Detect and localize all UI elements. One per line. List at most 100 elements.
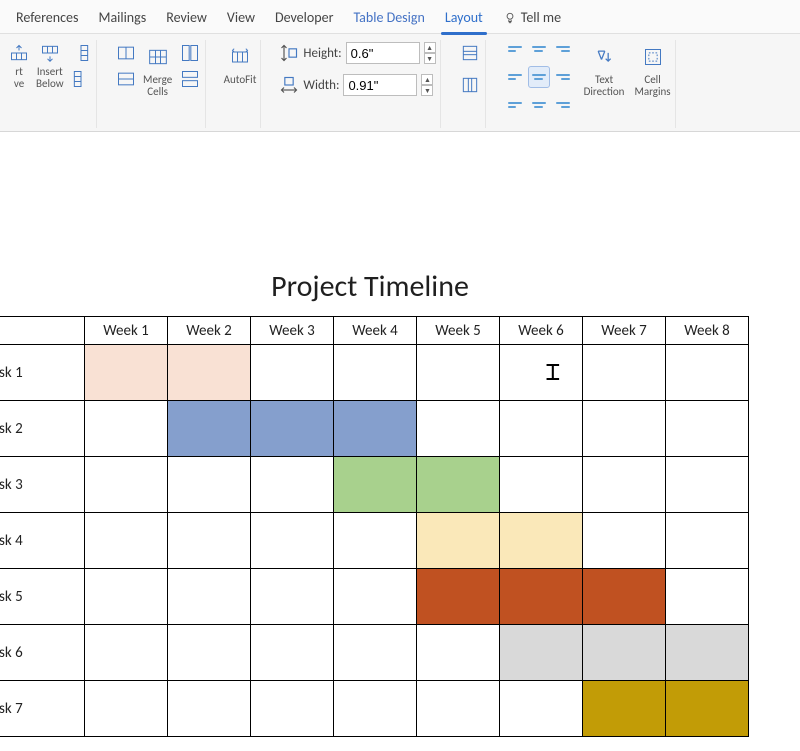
week-cell[interactable] <box>334 681 417 737</box>
week-cell[interactable] <box>583 457 666 513</box>
week-cell[interactable] <box>334 513 417 569</box>
cell-margins-button[interactable] <box>638 42 668 72</box>
week-cell[interactable] <box>251 401 334 457</box>
align-bot-right-button[interactable] <box>552 90 574 112</box>
week-cell[interactable] <box>417 345 500 401</box>
table-header[interactable] <box>0 317 85 345</box>
week-cell[interactable] <box>500 681 583 737</box>
week-cell[interactable] <box>85 513 168 569</box>
insert-above-button[interactable] <box>8 42 30 64</box>
week-cell[interactable] <box>666 681 749 737</box>
page-title[interactable]: Project Timeline <box>0 268 740 305</box>
task-label-cell[interactable]: sk 1 <box>0 345 85 401</box>
align-top-left-button[interactable] <box>504 42 526 64</box>
align-mid-left-button[interactable] <box>504 66 526 88</box>
task-label-cell[interactable]: sk 6 <box>0 625 85 681</box>
table-header[interactable]: Week 2 <box>168 317 251 345</box>
task-label-cell[interactable]: sk 2 <box>0 401 85 457</box>
week-cell[interactable] <box>500 457 583 513</box>
height-input[interactable] <box>346 42 420 64</box>
week-cell[interactable] <box>583 345 666 401</box>
width-input[interactable] <box>343 74 417 96</box>
week-cell[interactable] <box>85 681 168 737</box>
week-cell[interactable] <box>334 625 417 681</box>
task-label-cell[interactable]: sk 3 <box>0 457 85 513</box>
align-mid-center-button[interactable] <box>528 66 550 88</box>
table-header[interactable]: Week 7 <box>583 317 666 345</box>
distribute-cols-button[interactable] <box>459 74 481 96</box>
task-label-cell[interactable]: sk 4 <box>0 513 85 569</box>
table-row[interactable]: sk 2 <box>0 401 749 457</box>
height-dec-button[interactable]: ▼ <box>424 53 436 64</box>
table-header[interactable]: Week 8 <box>666 317 749 345</box>
insert-left-button[interactable] <box>70 42 92 64</box>
week-cell[interactable] <box>417 681 500 737</box>
week-cell[interactable] <box>417 625 500 681</box>
tab-references[interactable]: References <box>8 5 86 34</box>
week-cell[interactable] <box>500 625 583 681</box>
week-cell[interactable] <box>583 625 666 681</box>
week-cell[interactable] <box>583 681 666 737</box>
autofit-button[interactable] <box>225 42 255 72</box>
week-cell[interactable] <box>417 569 500 625</box>
align-top-right-button[interactable] <box>552 42 574 64</box>
tell-me-search[interactable]: Tell me <box>495 5 569 34</box>
tab-table-design[interactable]: Table Design <box>345 5 432 34</box>
week-cell[interactable] <box>334 569 417 625</box>
align-mid-right-button[interactable] <box>552 66 574 88</box>
week-cell[interactable] <box>85 457 168 513</box>
week-cell[interactable] <box>417 513 500 569</box>
week-cell[interactable] <box>583 569 666 625</box>
week-cell[interactable] <box>417 457 500 513</box>
align-top-center-button[interactable] <box>528 42 550 64</box>
week-cell[interactable] <box>500 401 583 457</box>
week-cell[interactable] <box>251 569 334 625</box>
week-cell[interactable] <box>168 345 251 401</box>
week-cell[interactable] <box>500 569 583 625</box>
week-cell[interactable] <box>251 457 334 513</box>
week-cell[interactable] <box>334 401 417 457</box>
week-cell[interactable] <box>168 625 251 681</box>
week-cell[interactable] <box>500 513 583 569</box>
table-header[interactable]: Week 1 <box>85 317 168 345</box>
align-bot-center-button[interactable] <box>528 90 550 112</box>
week-cell[interactable] <box>666 401 749 457</box>
timeline-table[interactable]: Week 1Week 2Week 3Week 4Week 5Week 6Week… <box>0 316 749 737</box>
tab-review[interactable]: Review <box>158 5 215 34</box>
week-cell[interactable] <box>583 513 666 569</box>
table-header[interactable]: Week 3 <box>251 317 334 345</box>
week-cell[interactable] <box>251 345 334 401</box>
merge-split-2-button[interactable] <box>115 68 137 90</box>
width-inc-button[interactable]: ▲ <box>421 74 433 85</box>
align-bot-left-button[interactable] <box>504 90 526 112</box>
week-cell[interactable] <box>168 457 251 513</box>
tab-layout[interactable]: Layout <box>437 5 491 34</box>
week-cell[interactable] <box>168 513 251 569</box>
week-cell[interactable] <box>85 625 168 681</box>
split-cells-button[interactable] <box>179 42 201 64</box>
week-cell[interactable] <box>251 625 334 681</box>
week-cell[interactable] <box>251 513 334 569</box>
week-cell[interactable] <box>168 681 251 737</box>
week-cell[interactable] <box>334 345 417 401</box>
week-cell[interactable] <box>168 569 251 625</box>
table-row[interactable]: sk 6 <box>0 625 749 681</box>
insert-below-button[interactable] <box>39 42 61 64</box>
tab-view[interactable]: View <box>219 5 263 34</box>
merge-split-1-button[interactable] <box>115 42 137 64</box>
week-cell[interactable] <box>85 345 168 401</box>
week-cell[interactable] <box>417 401 500 457</box>
tab-mailings[interactable]: Mailings <box>90 5 154 34</box>
week-cell[interactable] <box>666 457 749 513</box>
table-header[interactable]: Week 5 <box>417 317 500 345</box>
week-cell[interactable] <box>85 569 168 625</box>
task-label-cell[interactable]: sk 7 <box>0 681 85 737</box>
table-row[interactable]: sk 3 <box>0 457 749 513</box>
height-inc-button[interactable]: ▲ <box>424 42 436 53</box>
week-cell[interactable] <box>334 457 417 513</box>
week-cell[interactable] <box>583 401 666 457</box>
week-cell[interactable] <box>251 681 334 737</box>
split-table-button[interactable] <box>179 68 201 90</box>
distribute-rows-button[interactable] <box>459 42 481 64</box>
merge-cells-button[interactable] <box>143 42 173 72</box>
